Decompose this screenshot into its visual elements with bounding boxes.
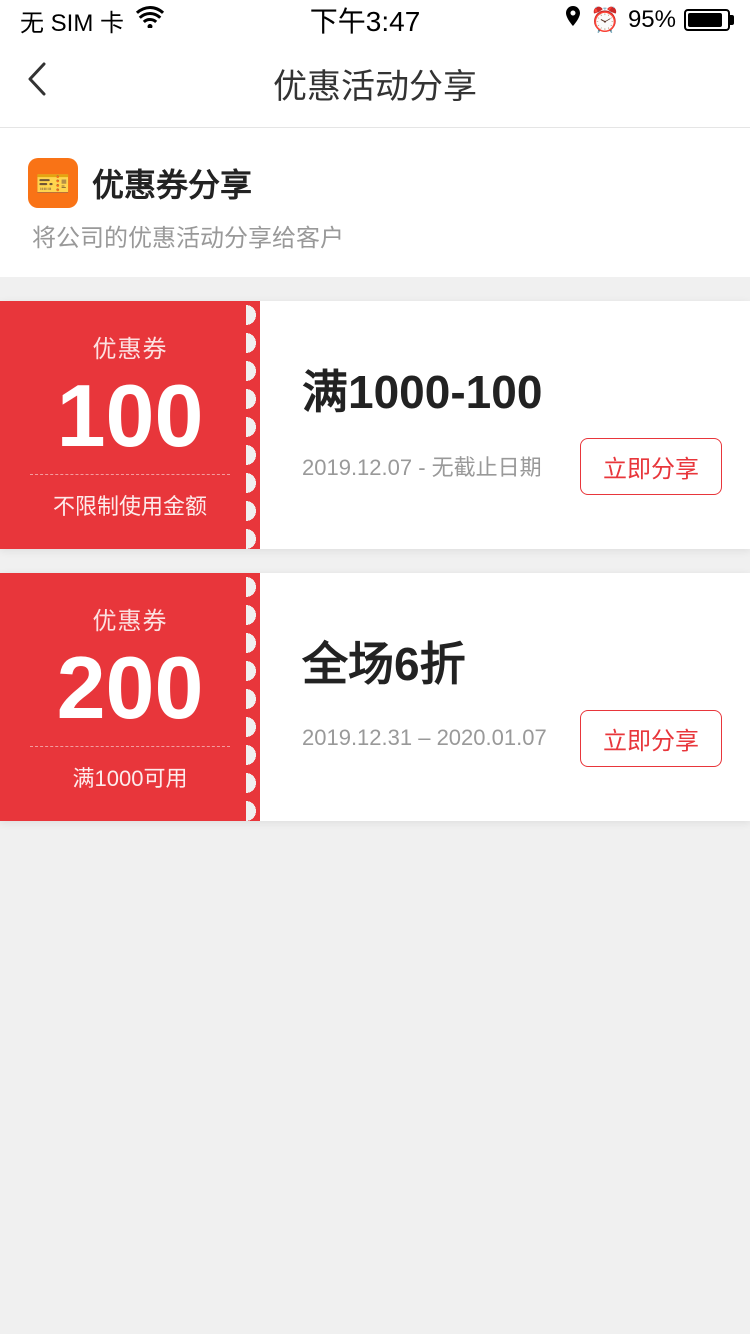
coupon-right-1: 全场6折 2019.12.31 – 2020.01.07 立即分享 [260, 573, 750, 821]
coupon-name-0: 满1000-100 [302, 356, 722, 422]
coupon-right-0: 满1000-100 2019.12.07 - 无截止日期 立即分享 [260, 301, 750, 549]
coupon-card: 优惠券 200 满1000可用 全场6折 2019.12.31 – 2020.0… [0, 573, 750, 821]
wifi-icon [134, 6, 166, 35]
coupon-label-0: 优惠券 [93, 329, 168, 364]
share-button-0[interactable]: 立即分享 [580, 438, 722, 495]
section-title-row: 🎫 优惠券分享 [28, 158, 722, 208]
coupon-label-1: 优惠券 [93, 601, 168, 636]
nav-bar: 优惠活动分享 [0, 40, 750, 128]
battery-percent: 95% [628, 6, 676, 34]
coupon-list: 优惠券 100 不限制使用金额 满1000-100 2019.12.07 - 无… [0, 277, 750, 845]
page-title: 优惠活动分享 [273, 59, 477, 108]
alarm-icon: ⏰ [590, 6, 620, 35]
coupon-value-0: 100 [57, 372, 204, 460]
coupon-value-1: 200 [57, 644, 204, 732]
status-left: 无 SIM 卡 [20, 3, 166, 38]
section-title: 优惠券分享 [92, 160, 252, 206]
section-header: 🎫 优惠券分享 将公司的优惠活动分享给客户 [0, 128, 750, 277]
coupon-name-1: 全场6折 [302, 628, 722, 694]
status-bar: 无 SIM 卡 下午3:47 ⏰ 95% [0, 0, 750, 40]
coupon-condition-0: 不限制使用金额 [53, 489, 207, 521]
coupon-card: 优惠券 100 不限制使用金额 满1000-100 2019.12.07 - 无… [0, 301, 750, 549]
battery-icon [684, 9, 730, 31]
coupon-date-1: 2019.12.31 – 2020.01.07 [302, 725, 547, 751]
section-icon: 🎫 [28, 158, 78, 208]
coupon-meta-0: 2019.12.07 - 无截止日期 立即分享 [302, 438, 722, 495]
coupon-left-0: 优惠券 100 不限制使用金额 [0, 301, 260, 549]
coupon-meta-1: 2019.12.31 – 2020.01.07 立即分享 [302, 710, 722, 767]
battery-fill [688, 13, 722, 27]
sim-label: 无 SIM 卡 [20, 3, 124, 38]
coupon-condition-1: 满1000可用 [73, 761, 188, 793]
back-button[interactable] [24, 60, 48, 107]
coupon-left-1: 优惠券 200 满1000可用 [0, 573, 260, 821]
coupon-divider-0 [30, 474, 230, 475]
share-button-1[interactable]: 立即分享 [580, 710, 722, 767]
location-icon [564, 6, 582, 35]
status-right: ⏰ 95% [564, 6, 730, 35]
status-time: 下午3:47 [310, 0, 421, 40]
section-subtitle: 将公司的优惠活动分享给客户 [28, 218, 722, 253]
coupon-divider-1 [30, 746, 230, 747]
coupon-date-0: 2019.12.07 - 无截止日期 [302, 450, 542, 482]
